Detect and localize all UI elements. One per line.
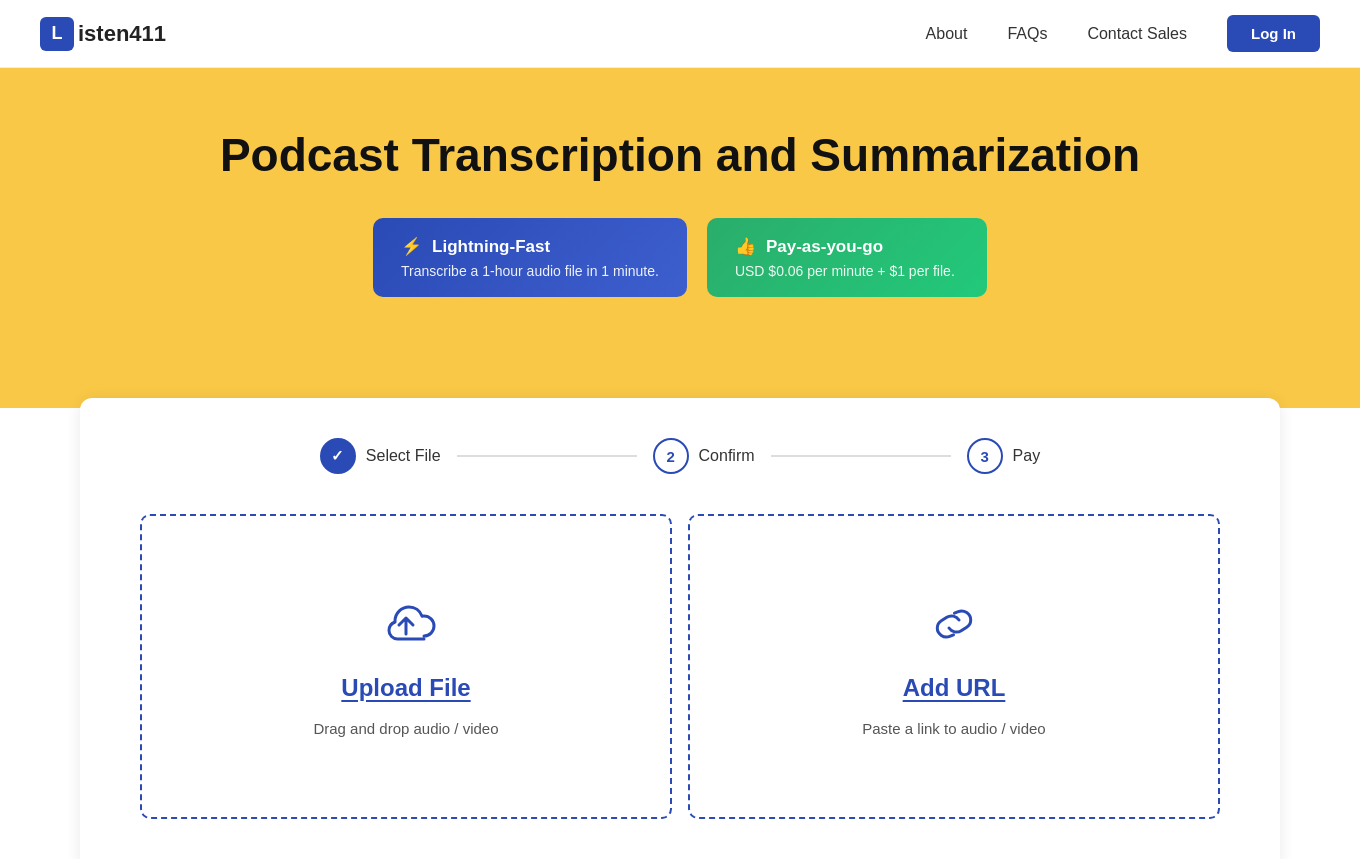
thumbsup-icon: 👍	[735, 236, 756, 257]
nav-link-about[interactable]: About	[926, 25, 968, 43]
step-2-circle: 2	[653, 438, 689, 474]
steps-bar: ✓ Select File 2 Confirm 3 Pay	[140, 438, 1220, 474]
step-2-label: Confirm	[699, 447, 755, 465]
step-line-1	[457, 455, 637, 457]
step-1-checkmark: ✓	[331, 447, 344, 465]
step-3-circle: 3	[967, 438, 1003, 474]
upload-file-title: Upload File	[341, 674, 470, 702]
upload-file-panel[interactable]: Upload File Drag and drop audio / video	[140, 514, 672, 819]
add-url-desc: Paste a link to audio / video	[862, 720, 1045, 737]
nav-link-contact-sales[interactable]: Contact Sales	[1087, 25, 1187, 43]
logo-text: isten411	[78, 21, 166, 47]
link-icon	[922, 596, 986, 656]
logo-icon: L	[40, 17, 74, 51]
feature-card-lightning: ⚡ Lightning-Fast Transcribe a 1-hour aud…	[373, 218, 687, 297]
feature-cards: ⚡ Lightning-Fast Transcribe a 1-hour aud…	[373, 218, 987, 297]
add-url-panel[interactable]: Add URL Paste a link to audio / video	[688, 514, 1220, 819]
step-3-label: Pay	[1013, 447, 1041, 465]
step-1-label: Select File	[366, 447, 441, 465]
upload-panels: Upload File Drag and drop audio / video …	[140, 514, 1220, 819]
feature-card-pay-desc: USD $0.06 per minute + $1 per file.	[735, 263, 959, 279]
steps-card: ✓ Select File 2 Confirm 3 Pay	[80, 398, 1280, 859]
hero-title: Podcast Transcription and Summarization	[220, 128, 1140, 182]
nav-links: About FAQs Contact Sales Log In	[926, 15, 1320, 52]
lightning-icon: ⚡	[401, 236, 422, 257]
logo[interactable]: L isten411	[40, 17, 166, 51]
hero-section: Podcast Transcription and Summarization …	[0, 68, 1360, 408]
add-url-title: Add URL	[903, 674, 1006, 702]
main-content: ✓ Select File 2 Confirm 3 Pay	[0, 408, 1360, 859]
feature-card-lightning-header: ⚡ Lightning-Fast	[401, 236, 659, 257]
step-1: ✓ Select File	[320, 438, 441, 474]
feature-card-pay-header: 👍 Pay-as-you-go	[735, 236, 959, 257]
step-1-circle: ✓	[320, 438, 356, 474]
upload-file-desc: Drag and drop audio / video	[313, 720, 498, 737]
navbar: L isten411 About FAQs Contact Sales Log …	[0, 0, 1360, 68]
login-button[interactable]: Log In	[1227, 15, 1320, 52]
feature-card-lightning-desc: Transcribe a 1-hour audio file in 1 minu…	[401, 263, 659, 279]
step-line-2	[771, 455, 951, 457]
step-3: 3 Pay	[967, 438, 1041, 474]
upload-cloud-icon	[374, 596, 438, 656]
step-2: 2 Confirm	[653, 438, 755, 474]
feature-card-pay: 👍 Pay-as-you-go USD $0.06 per minute + $…	[707, 218, 987, 297]
nav-link-faqs[interactable]: FAQs	[1007, 25, 1047, 43]
